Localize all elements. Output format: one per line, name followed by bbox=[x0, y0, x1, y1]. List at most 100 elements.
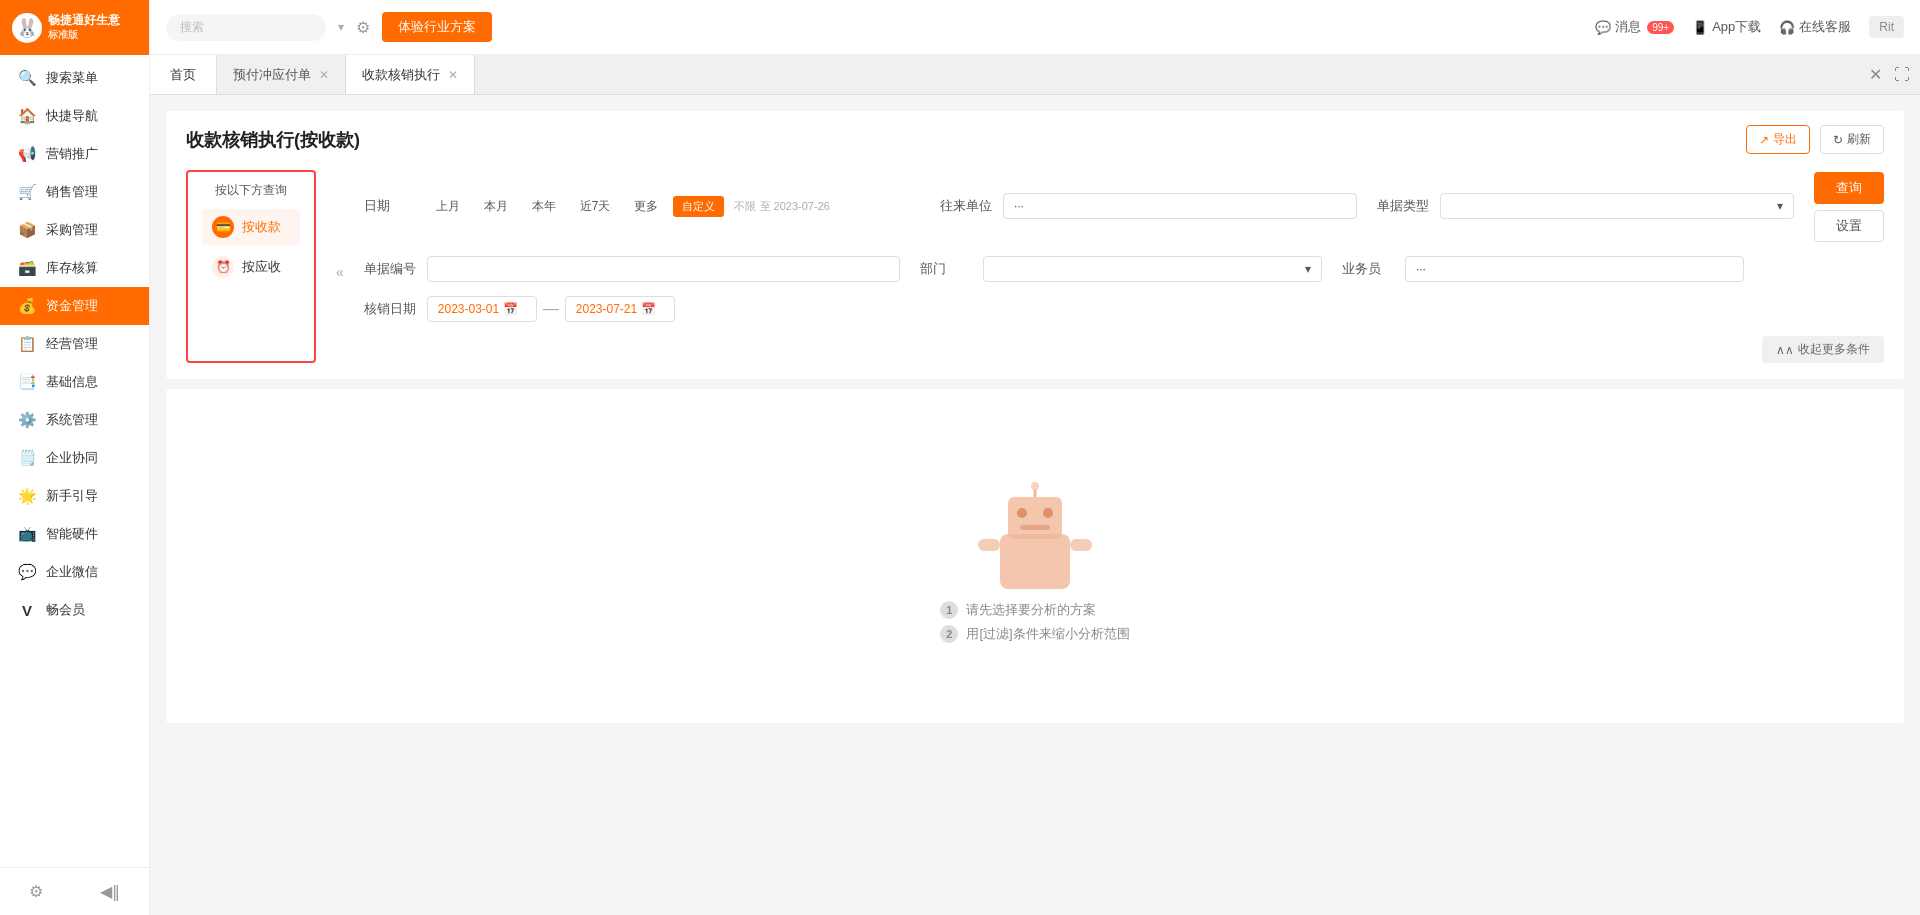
export-label: 导出 bbox=[1773, 131, 1797, 148]
filter-date-group: 日期 上月 本月 本年 近7天 更多 自定义 不限 至 2023-07-26 bbox=[364, 194, 920, 219]
employee-label: 业务员 bbox=[1342, 260, 1397, 278]
svg-point-2 bbox=[1017, 508, 1027, 518]
filter-actions: 查询 设置 bbox=[1814, 170, 1884, 242]
doctype-select[interactable]: ▾ bbox=[1440, 193, 1794, 219]
tab-prepay-label: 预付冲应付单 bbox=[233, 66, 311, 84]
sidebar-item-guide[interactable]: 🌟 新手引导 bbox=[0, 477, 149, 515]
verify-date-label: 核销日期 bbox=[364, 300, 419, 318]
sidebar-settings-btn[interactable]: ⚙ bbox=[21, 878, 51, 905]
user-account[interactable]: Rit bbox=[1869, 16, 1904, 38]
guide-icon: 🌟 bbox=[18, 487, 36, 505]
filter-doctype-group: 单据类型 ▾ bbox=[1377, 193, 1794, 219]
verify-date-end[interactable]: 2023-07-21 📅 bbox=[565, 296, 675, 322]
online-service-btn[interactable]: 🎧 在线客服 bbox=[1779, 18, 1851, 36]
collapse-row: ∧∧ 收起更多条件 bbox=[364, 336, 1884, 363]
setting-button[interactable]: 设置 bbox=[1814, 210, 1884, 242]
sales-icon: 🛒 bbox=[18, 183, 36, 201]
tab-collection-label: 收款核销执行 bbox=[362, 66, 440, 84]
svg-rect-1 bbox=[1008, 497, 1062, 539]
date-btn-last-month[interactable]: 上月 bbox=[427, 194, 469, 219]
verify-date-end-value: 2023-07-21 bbox=[576, 302, 637, 316]
sidebar-collapse-btn[interactable]: ◀‖ bbox=[92, 878, 128, 905]
date-label: 日期 bbox=[364, 197, 419, 215]
tab-prepay-close-icon[interactable]: ✕ bbox=[319, 68, 329, 82]
dept-label: 部门 bbox=[920, 260, 975, 278]
date-btn-more[interactable]: 更多 bbox=[625, 194, 667, 219]
sidebar-item-search-menu[interactable]: 🔍 搜索菜单 bbox=[0, 59, 149, 97]
sidebar-item-marketing[interactable]: 📢 营销推广 bbox=[0, 135, 149, 173]
collapse-btn[interactable]: ∧∧ 收起更多条件 bbox=[1762, 336, 1884, 363]
refresh-icon: ↻ bbox=[1833, 133, 1843, 147]
sidebar-item-member[interactable]: V 畅会员 bbox=[0, 591, 149, 629]
filter-docnum-group: 单据编号 bbox=[364, 256, 900, 282]
date-btn-7days[interactable]: 近7天 bbox=[571, 194, 620, 219]
docnum-input[interactable] bbox=[427, 256, 900, 282]
tab-collection[interactable]: 收款核销执行 ✕ bbox=[346, 55, 475, 94]
tab-expand-icon[interactable]: ⛶ bbox=[1894, 66, 1910, 84]
sidebar-item-sales[interactable]: 🛒 销售管理 bbox=[0, 173, 149, 211]
refresh-button[interactable]: ↻ 刷新 bbox=[1820, 125, 1884, 154]
query-button[interactable]: 查询 bbox=[1814, 172, 1884, 204]
calendar-end-icon: 📅 bbox=[641, 302, 656, 316]
filter-employee-group: 业务员 ··· bbox=[1342, 256, 1744, 282]
filter-option-receivable-label: 按应收 bbox=[242, 258, 281, 276]
logo-title: 畅捷通好生意 bbox=[48, 13, 120, 29]
filter-option-by-collection[interactable]: 💳 按收款 bbox=[202, 209, 300, 245]
capital-icon: 💰 bbox=[18, 297, 36, 315]
sidebar-item-label: 资金管理 bbox=[46, 297, 98, 315]
filter-left-panel: 按以下方查询 💳 按收款 ⏰ 按应收 bbox=[186, 170, 316, 363]
sidebar-item-label: 畅会员 bbox=[46, 601, 85, 619]
date-btn-this-year[interactable]: 本年 bbox=[523, 194, 565, 219]
partner-select[interactable]: ··· bbox=[1003, 193, 1357, 219]
service-label: 在线客服 bbox=[1799, 18, 1851, 36]
search-menu-icon: 🔍 bbox=[18, 69, 36, 87]
filter-option-by-receivable[interactable]: ⏰ 按应收 bbox=[202, 249, 300, 285]
sidebar-item-label: 销售管理 bbox=[46, 183, 98, 201]
sidebar-item-inventory[interactable]: 🗃️ 库存核算 bbox=[0, 249, 149, 287]
sidebar-item-capital[interactable]: 💰 资金管理 bbox=[0, 287, 149, 325]
page-header-actions: ↗ 导出 ↻ 刷新 bbox=[1746, 125, 1884, 154]
sidebar-item-cooperation[interactable]: 🗒️ 企业协同 bbox=[0, 439, 149, 477]
app-download-btn[interactable]: 📱 App下载 bbox=[1692, 18, 1761, 36]
verify-date-start[interactable]: 2023-03-01 📅 bbox=[427, 296, 537, 322]
sidebar-item-hardware[interactable]: 📺 智能硬件 bbox=[0, 515, 149, 553]
export-button[interactable]: ↗ 导出 bbox=[1746, 125, 1810, 154]
logo-icon: 🐰 bbox=[12, 13, 42, 43]
tip-text-1: 请先选择要分析的方案 bbox=[966, 601, 1096, 619]
topbar-gear-icon[interactable]: ⚙ bbox=[356, 18, 370, 37]
service-icon: 🎧 bbox=[1779, 20, 1795, 35]
tab-prepay[interactable]: 预付冲应付单 ✕ bbox=[217, 55, 346, 94]
sidebar-item-label: 快捷导航 bbox=[46, 107, 98, 125]
sidebar-item-label: 新手引导 bbox=[46, 487, 98, 505]
sidebar-item-basic-info[interactable]: 📑 基础信息 bbox=[0, 363, 149, 401]
tab-close-all-icon[interactable]: ✕ bbox=[1869, 65, 1882, 84]
tab-collection-close-icon[interactable]: ✕ bbox=[448, 68, 458, 82]
filter-verify-date-group: 核销日期 2023-03-01 📅 — 2023-07-21 📅 bbox=[364, 296, 908, 322]
sidebar-item-system[interactable]: ⚙️ 系统管理 bbox=[0, 401, 149, 439]
date-btn-this-month[interactable]: 本月 bbox=[475, 194, 517, 219]
filter-area: 按以下方查询 💳 按收款 ⏰ 按应收 « 日期 bbox=[166, 154, 1904, 379]
collection-icon: 💳 bbox=[212, 216, 234, 238]
filter-form: 日期 上月 本月 本年 近7天 更多 自定义 不限 至 2023-07-26 bbox=[364, 170, 1884, 363]
sidebar-item-label: 搜索菜单 bbox=[46, 69, 98, 87]
purchase-icon: 📦 bbox=[18, 221, 36, 239]
employee-select[interactable]: ··· bbox=[1405, 256, 1744, 282]
sidebar-item-operation[interactable]: 📋 经营管理 bbox=[0, 325, 149, 363]
message-btn[interactable]: 💬 消息 99+ bbox=[1595, 18, 1674, 36]
sidebar-item-wechat[interactable]: 💬 企业微信 bbox=[0, 553, 149, 591]
svg-point-3 bbox=[1043, 508, 1053, 518]
industry-btn[interactable]: 体验行业方案 bbox=[382, 12, 492, 42]
topbar-chevron-icon[interactable]: ▾ bbox=[338, 20, 344, 34]
sidebar-item-purchase[interactable]: 📦 采购管理 bbox=[0, 211, 149, 249]
hardware-icon: 📺 bbox=[18, 525, 36, 543]
doctype-chevron: ▾ bbox=[1777, 199, 1783, 213]
inventory-icon: 🗃️ bbox=[18, 259, 36, 277]
date-btn-custom[interactable]: 自定义 bbox=[673, 196, 724, 217]
filter-collapse-arrow[interactable]: « bbox=[332, 260, 348, 284]
sidebar-item-quick-nav[interactable]: 🏠 快捷导航 bbox=[0, 97, 149, 135]
dept-select[interactable]: ▾ bbox=[983, 256, 1322, 282]
empty-robot-svg bbox=[970, 479, 1100, 589]
tab-home[interactable]: 首页 bbox=[150, 55, 217, 94]
receivable-icon: ⏰ bbox=[212, 256, 234, 278]
sidebar: 🐰 畅捷通好生意 标准版 🔍 搜索菜单 🏠 快捷导航 📢 营销推广 🛒 销售管理… bbox=[0, 0, 150, 915]
